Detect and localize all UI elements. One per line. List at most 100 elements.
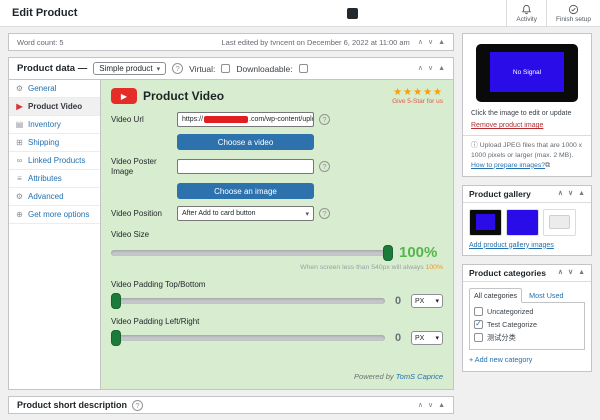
panel-controls: ∧ ∨ ▲ xyxy=(418,39,445,46)
video-url-input[interactable]: https:// .com/wp-content/uploads/... xyxy=(177,112,314,127)
product-type-select[interactable]: Simple product ▾ xyxy=(93,62,167,75)
panel-controls: ∧ ∨ ▲ xyxy=(418,65,445,72)
add-new-category-link[interactable]: + Add new category xyxy=(469,355,532,364)
size-slider[interactable] xyxy=(111,244,393,261)
toggle-panel-icon[interactable]: ▲ xyxy=(578,190,585,197)
link-icon: ∞ xyxy=(16,156,23,165)
toggle-panel-icon[interactable]: ▲ xyxy=(438,65,445,72)
move-down-icon[interactable]: ∨ xyxy=(428,65,433,72)
position-row: Video Position After Add to card button … xyxy=(111,206,443,222)
move-down-icon[interactable]: ∨ xyxy=(428,39,433,46)
move-up-icon[interactable]: ∧ xyxy=(418,39,423,46)
tab-linked-products[interactable]: ∞ Linked Products xyxy=(9,152,100,170)
upload-note: ⓘ Upload JPEG files that are 1000 x 1000… xyxy=(463,135,591,176)
padding-tb-value: 0 xyxy=(394,295,402,308)
move-down-icon[interactable]: ∨ xyxy=(568,190,573,197)
virtual-checkbox[interactable] xyxy=(221,64,231,73)
padding-tb-label: Video Padding Top/Bottom xyxy=(111,280,206,290)
add-gallery-images-link[interactable]: Add product gallery images xyxy=(463,238,560,255)
product-image[interactable]: No Signal xyxy=(463,34,591,108)
unit-value: PX xyxy=(415,297,425,305)
move-up-icon[interactable]: ∧ xyxy=(418,402,423,409)
move-up-icon[interactable]: ∧ xyxy=(558,269,563,276)
choose-image-row: Choose an image xyxy=(111,183,443,200)
url-suffix: .com/wp-content/uploads/... xyxy=(249,116,314,123)
category-checkbox[interactable] xyxy=(474,333,483,343)
move-up-icon[interactable]: ∧ xyxy=(418,65,423,72)
rating-block[interactable]: ★★★★★ Give 5-Star for us xyxy=(392,88,443,106)
app-icon[interactable] xyxy=(347,7,359,19)
help-icon[interactable]: ? xyxy=(319,114,330,125)
padding-lr-unit-select[interactable]: PX ▾ xyxy=(411,331,443,346)
gallery-thumbnail[interactable] xyxy=(543,208,576,236)
tab-label: Product Video xyxy=(28,102,83,111)
five-stars-icon[interactable]: ★★★★★ xyxy=(392,88,443,98)
powered-by: Powered by TomS Caprice xyxy=(111,366,443,381)
toggle-panel-icon[interactable]: ▲ xyxy=(578,269,585,276)
toggle-panel-icon[interactable]: ▲ xyxy=(438,39,445,46)
gallery-thumbnail[interactable] xyxy=(469,208,502,236)
category-checkbox[interactable] xyxy=(474,306,483,316)
truck-icon: ⊞ xyxy=(16,138,23,147)
image-edit-hint: Click the image to edit or update xyxy=(471,110,572,117)
help-icon[interactable]: ? xyxy=(319,208,330,220)
downloadable-label: Downloadable: xyxy=(236,63,293,74)
tab-inventory[interactable]: ▤ Inventory xyxy=(9,116,100,134)
tab-label: Get more options xyxy=(28,210,90,219)
remove-product-image-link[interactable]: Remove product image xyxy=(463,120,551,135)
help-icon[interactable]: ? xyxy=(172,63,184,74)
gear-icon: ⚙ xyxy=(15,84,24,93)
external-link-icon: ⧉ xyxy=(545,161,550,169)
category-checkbox[interactable]: ✓ xyxy=(474,319,483,329)
topbar-spacer xyxy=(77,0,347,26)
move-up-icon[interactable]: ∧ xyxy=(558,190,563,197)
move-down-icon[interactable]: ∨ xyxy=(568,269,573,276)
last-edited-text: Last edited by tvncent on December 6, 20… xyxy=(221,37,410,47)
move-down-icon[interactable]: ∨ xyxy=(428,402,433,409)
tab-label: Shipping xyxy=(28,138,60,147)
tab-all-categories[interactable]: All categories xyxy=(469,287,523,303)
activity-button[interactable]: Activity xyxy=(506,0,546,26)
tab-shipping[interactable]: ⊞ Shipping xyxy=(9,134,100,152)
video-position-select[interactable]: After Add to card button ▾ xyxy=(177,206,314,222)
tab-general[interactable]: ⚙ General xyxy=(9,80,100,98)
downloadable-checkbox[interactable] xyxy=(298,64,308,73)
slider-handle[interactable] xyxy=(111,330,121,347)
product-gallery-header: Product gallery ∧ ∨ ▲ xyxy=(463,186,591,203)
powered-by-brand[interactable]: TomS Caprice xyxy=(396,372,443,381)
tab-advanced[interactable]: ⚙ Advanced xyxy=(9,188,100,206)
padding-lr-slider[interactable] xyxy=(111,330,385,347)
help-icon[interactable]: ? xyxy=(319,161,330,173)
toggle-panel-icon[interactable]: ▲ xyxy=(438,402,445,409)
bell-icon xyxy=(522,4,532,14)
size-value: 100% xyxy=(399,244,438,262)
plus-icon: ⊕ xyxy=(16,210,23,219)
category-label: Test Categorize xyxy=(487,319,537,329)
poster-row: Video Poster Image ? xyxy=(111,157,443,176)
position-value: After Add to card button xyxy=(182,210,256,218)
slider-handle[interactable] xyxy=(111,293,121,310)
poster-input[interactable] xyxy=(177,159,314,175)
padding-tb-slider[interactable] xyxy=(111,293,385,310)
right-sidebar: No Signal Click the image to edit or upd… xyxy=(462,33,592,414)
help-icon[interactable]: ? xyxy=(132,399,144,411)
video-settings-panel: ▶ Product Video ★★★★★ Give 5-Star for us… xyxy=(101,80,453,389)
tab-attributes[interactable]: ≡ Attributes xyxy=(9,170,100,188)
tab-most-used[interactable]: Most Used xyxy=(529,291,563,303)
padding-tb-unit-select[interactable]: PX ▾ xyxy=(411,294,443,309)
topbar: Edit Product Activity Finish setup xyxy=(0,0,600,27)
rating-caption: Give 5-Star for us xyxy=(392,98,443,105)
virtual-label: Virtual: xyxy=(189,63,216,74)
powered-by-prefix: Powered by xyxy=(354,372,396,381)
choose-image-button[interactable]: Choose an image xyxy=(177,183,314,200)
tab-product-video[interactable]: ▶ Product Video xyxy=(9,98,100,116)
tab-get-more-options[interactable]: ⊕ Get more options xyxy=(9,206,100,224)
prepare-images-link[interactable]: How to prepare images? xyxy=(471,162,545,169)
position-label: Video Position xyxy=(111,208,162,218)
choose-video-button[interactable]: Choose a video xyxy=(177,134,314,150)
category-list[interactable]: Uncategorized ✓ Test Categorize 测试分类 xyxy=(469,301,585,350)
slider-handle[interactable] xyxy=(383,244,393,261)
gallery-thumbnail[interactable] xyxy=(506,208,539,236)
product-categories-body: All categories Most Used Uncategorized ✓… xyxy=(463,282,591,371)
finish-setup-button[interactable]: Finish setup xyxy=(545,0,600,26)
